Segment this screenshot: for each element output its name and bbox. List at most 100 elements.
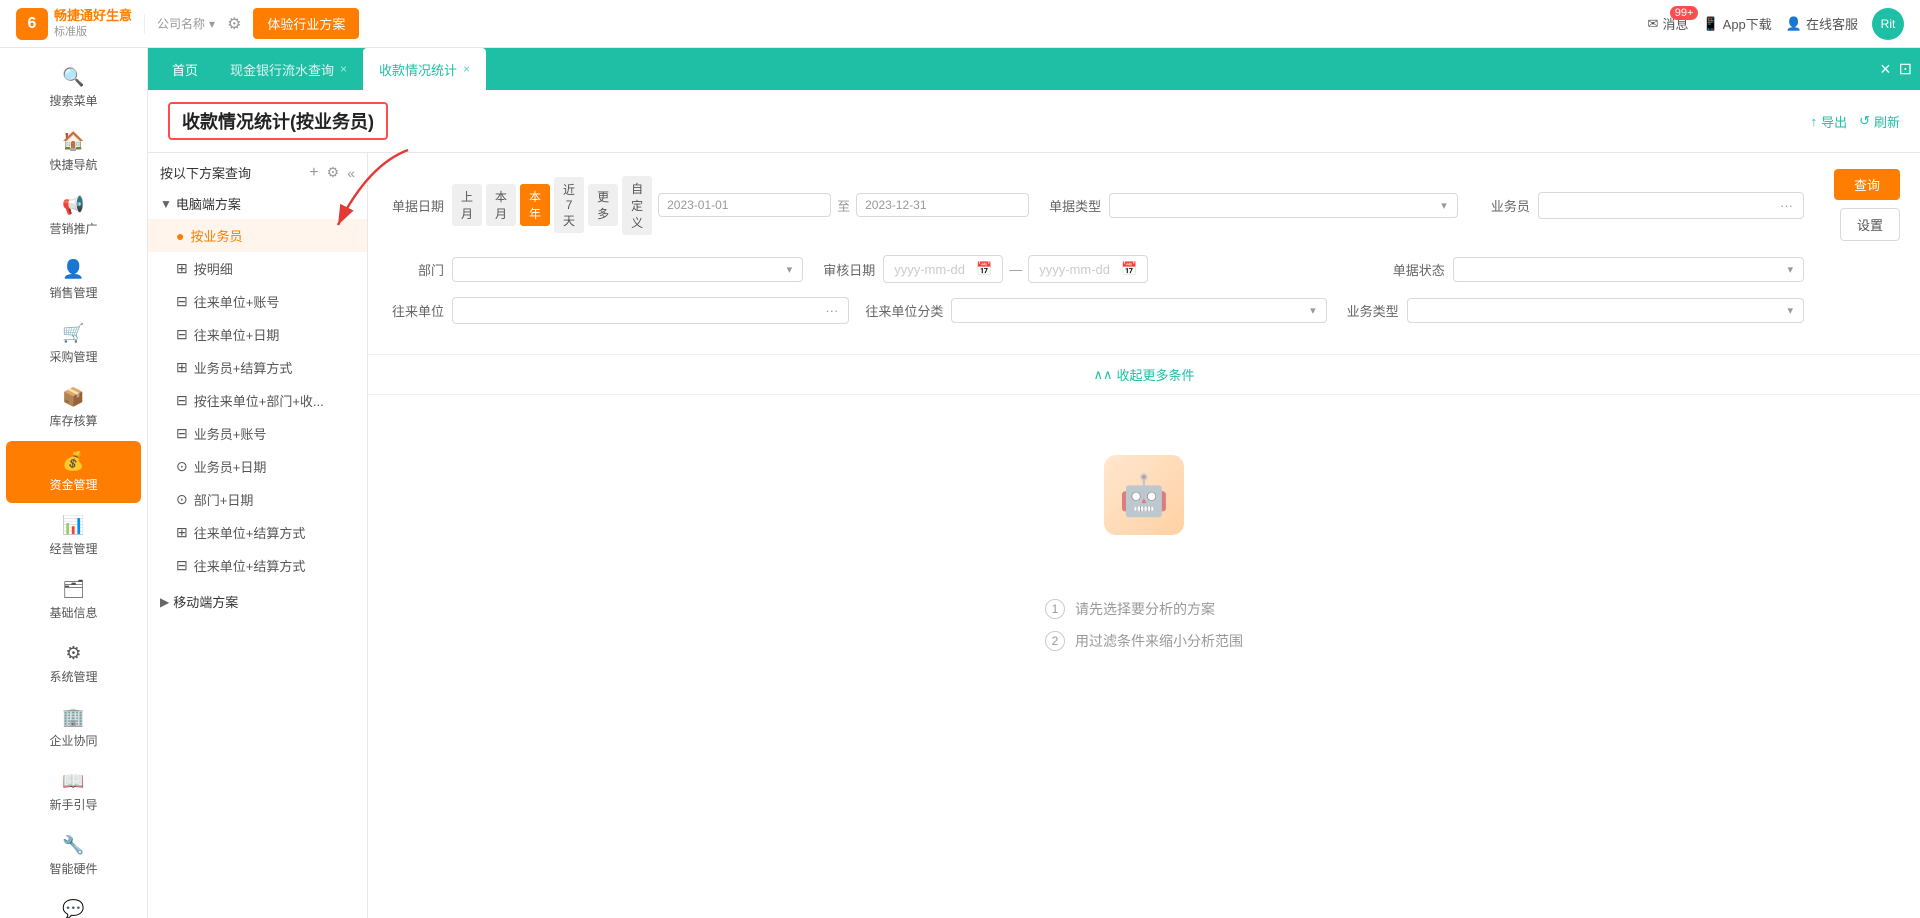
empty-illustration: 🤖 xyxy=(1084,455,1204,575)
scheme-group-mobile-header[interactable]: ▶ 移动端方案 xyxy=(148,586,367,617)
dept-date-icon: ⊙ xyxy=(176,491,188,508)
scheme-item-dept-date[interactable]: ⊙ 部门+日期 xyxy=(148,483,367,516)
date-btn-7days[interactable]: 近7天 xyxy=(554,177,584,233)
sidebar-item-inventory[interactable]: 📦 库存核算 xyxy=(6,377,141,439)
filter-section: 单据日期 上月 本月 本年 近7天 更多 自定义 xyxy=(368,153,1920,395)
query-button[interactable]: 查询 xyxy=(1834,169,1900,200)
empty-icon: 🤖 xyxy=(1104,455,1184,535)
scheme-settings-icon[interactable]: ⚙ xyxy=(327,164,340,181)
step-1-label: 请先选择要分析的方案 xyxy=(1075,599,1215,619)
download-label: App下载 xyxy=(1723,14,1772,33)
date-btn-custom[interactable]: 自定义 xyxy=(622,176,652,235)
scheme-item-unit-account[interactable]: ⊟ 往来单位+账号 xyxy=(148,285,367,318)
sidebar-item-smarthw[interactable]: 🔧 智能硬件 xyxy=(6,825,141,887)
unit-dept-label: 按往来单位+部门+收... xyxy=(194,391,324,410)
trial-button[interactable]: 体验行业方案 xyxy=(253,8,359,39)
unit-account-label: 往来单位+账号 xyxy=(194,292,280,311)
partner-more[interactable]: ··· xyxy=(825,303,838,318)
sidebar-item-guide[interactable]: 📖 新手引导 xyxy=(6,761,141,823)
scheme-item-salesperson-date[interactable]: ⊙ 业务员+日期 xyxy=(148,450,367,483)
set-button[interactable]: 设置 xyxy=(1840,208,1900,241)
reviewdate-label: 审核日期 xyxy=(819,260,875,279)
page-header: 收款情况统计(按业务员) ↑ 导出 ↺ 刷新 xyxy=(148,90,1920,153)
step-num-2: 2 xyxy=(1045,631,1065,651)
partnerclass-arrow: ▾ xyxy=(1310,304,1316,317)
tab-bankflow-close[interactable]: × xyxy=(340,62,347,76)
docstatus-select[interactable]: ▾ xyxy=(1453,257,1804,282)
scheme-item-salesperson-method[interactable]: ⊞ 业务员+结算方式 xyxy=(148,351,367,384)
app-name: 畅捷通好生意 xyxy=(54,8,132,25)
sidebar-item-purchase[interactable]: 🛒 采购管理 xyxy=(6,313,141,375)
export-icon: ↑ xyxy=(1811,114,1818,129)
dept-arrow: ▾ xyxy=(787,263,793,276)
scheme-group-mobile: ▶ 移动端方案 xyxy=(148,586,367,617)
salesperson-more[interactable]: ··· xyxy=(1780,198,1793,213)
biztype-select[interactable]: ▾ xyxy=(1407,298,1804,323)
reviewdate-start[interactable]: yyyy-mm-dd 📅 xyxy=(883,255,1003,283)
tab-bank-flow[interactable]: 现金银行流水查询 × xyxy=(214,48,363,90)
message-button[interactable]: ✉ 消息 99+ xyxy=(1648,14,1689,33)
app-download-button[interactable]: 📱 App下载 xyxy=(1702,14,1771,33)
date-btn-more[interactable]: 更多 xyxy=(588,184,618,226)
date-btn-thisyear[interactable]: 本年 xyxy=(520,184,550,226)
scheme-item-salesperson-account[interactable]: ⊟ 业务员+账号 xyxy=(148,417,367,450)
collapse-panel-icon[interactable]: « xyxy=(347,165,355,181)
page-title: 收款情况统计(按业务员) xyxy=(168,102,388,140)
tab-close-all-icon[interactable]: × xyxy=(1880,59,1891,80)
scheme-item-unit-dept[interactable]: ⊟ 按往来单位+部门+收... xyxy=(148,384,367,417)
reviewdate-end[interactable]: yyyy-mm-dd 📅 xyxy=(1028,255,1148,283)
sidebar-item-operations[interactable]: 📊 经营管理 xyxy=(6,505,141,567)
date-end-input[interactable] xyxy=(856,193,1029,217)
online-service-button[interactable]: 👤 在线客服 xyxy=(1786,14,1858,33)
app-layout: 🔍 搜索菜单 🏠 快捷导航 📢 营销推广 👤 销售管理 🛒 采购管理 📦 库存核… xyxy=(0,48,1920,918)
date-btn-lastmonth[interactable]: 上月 xyxy=(452,184,482,226)
download-icon: 📱 xyxy=(1702,16,1718,32)
scheme-group-desktop-header[interactable]: ▼ 电脑端方案 xyxy=(148,188,367,219)
salesperson-select[interactable]: ··· xyxy=(1538,192,1804,219)
tab-colstat-close[interactable]: × xyxy=(463,62,470,76)
sidebar-item-label: 基础信息 xyxy=(49,604,97,621)
doctype-label: 单据类型 xyxy=(1045,196,1101,215)
add-scheme-icon[interactable]: + xyxy=(309,164,318,182)
export-button[interactable]: ↑ 导出 xyxy=(1811,112,1848,131)
tab-home[interactable]: 首页 xyxy=(156,48,214,90)
scheme-item-unit-date[interactable]: ⊟ 往来单位+日期 xyxy=(148,318,367,351)
partner-label: 往来单位 xyxy=(388,301,444,320)
detail-item-icon: ⊞ xyxy=(176,260,188,277)
calendar-end-icon[interactable]: 📅 xyxy=(1121,261,1137,277)
partnerclass-select[interactable]: ▾ xyxy=(951,298,1326,323)
user-avatar[interactable]: Rit xyxy=(1872,8,1904,40)
scheme-item-unit-method1[interactable]: ⊞ 往来单位+结算方式 xyxy=(148,516,367,549)
calendar-start-icon[interactable]: 📅 xyxy=(976,261,992,277)
collapse-label: 收起更多条件 xyxy=(1117,365,1195,384)
sidebar-item-finance[interactable]: 💰 资金管理 xyxy=(6,441,141,503)
tab-bankflow-label: 现金银行流水查询 xyxy=(230,60,334,79)
sidebar-item-system[interactable]: ⚙ 系统管理 xyxy=(6,633,141,695)
refresh-button[interactable]: ↺ 刷新 xyxy=(1859,112,1900,131)
sidebar-item-marketing[interactable]: 📢 营销推广 xyxy=(6,185,141,247)
date-start-input[interactable] xyxy=(658,193,831,217)
partner-select[interactable]: ··· xyxy=(452,297,849,324)
salesperson-item-label: 按业务员 xyxy=(190,226,242,245)
doctype-select[interactable]: ▾ xyxy=(1109,193,1458,218)
sidebar-item-search[interactable]: 🔍 搜索菜单 xyxy=(6,57,141,119)
tab-maximize-icon[interactable]: ⊡ xyxy=(1899,59,1912,79)
scheme-item-salesperson[interactable]: ● 按业务员 xyxy=(148,219,367,252)
filter-group-salesperson: 业务员 ··· xyxy=(1474,192,1804,219)
dept-select[interactable]: ▾ xyxy=(452,257,803,282)
inventory-icon: 📦 xyxy=(62,387,84,408)
sidebar-item-label: 快捷导航 xyxy=(49,156,97,173)
scheme-item-detail[interactable]: ⊞ 按明细 xyxy=(148,252,367,285)
collapse-bar[interactable]: ∧∧ 收起更多条件 xyxy=(368,354,1920,394)
settings-icon[interactable]: ⚙ xyxy=(227,14,241,34)
sidebar-item-basic[interactable]: 🗂 基础信息 xyxy=(6,569,141,631)
tab-collection-stat[interactable]: 收款情况统计 × xyxy=(363,48,486,90)
system-icon: ⚙ xyxy=(65,643,81,664)
sidebar-item-enterprise[interactable]: 🏢 企业协同 xyxy=(6,697,141,759)
scheme-item-unit-method2[interactable]: ⊟ 往来单位+结算方式 xyxy=(148,549,367,582)
search-menu-icon: 🔍 xyxy=(62,67,84,88)
sidebar-item-quicknav[interactable]: 🏠 快捷导航 xyxy=(6,121,141,183)
sidebar-item-sales[interactable]: 👤 销售管理 xyxy=(6,249,141,311)
sidebar-item-weixin[interactable]: 💬 企业微信 xyxy=(6,889,141,918)
date-btn-thismonth[interactable]: 本月 xyxy=(486,184,516,226)
